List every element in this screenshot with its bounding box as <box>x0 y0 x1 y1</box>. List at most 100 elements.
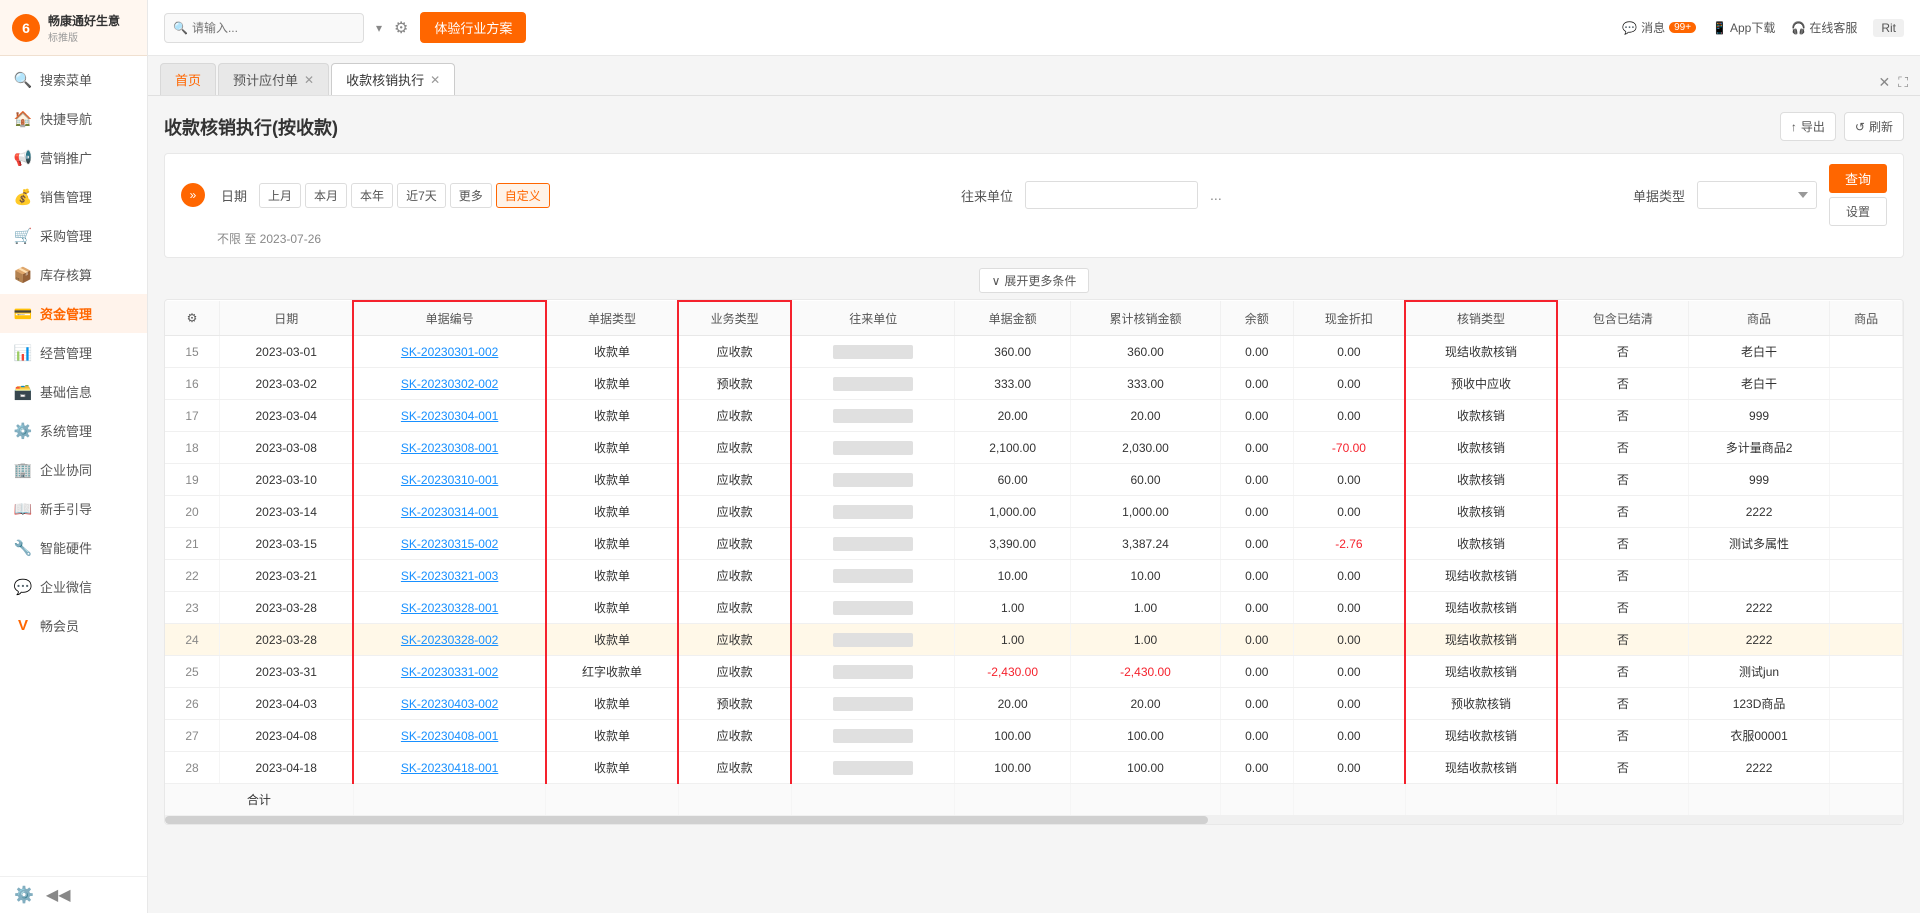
sidebar-item-finance[interactable]: 💳 资金管理 <box>0 294 147 333</box>
record-link[interactable]: SK-20230315-002 <box>401 537 498 551</box>
marketing-icon: 📢 <box>14 149 32 167</box>
sidebar-item-hardware[interactable]: 🔧 智能硬件 <box>0 528 147 567</box>
record-link[interactable]: SK-20230328-002 <box>401 633 498 647</box>
tab-close-all-icon[interactable]: ✕ <box>1878 74 1890 91</box>
tab-prepay-close[interactable]: ✕ <box>304 73 314 87</box>
cell-goods2 <box>1830 400 1903 432</box>
counterparty-ellipsis-icon[interactable]: ... <box>1210 187 1222 203</box>
date-this-month-btn[interactable]: 本月 <box>305 183 347 208</box>
collapse-icon[interactable]: ◀◀ <box>46 885 71 905</box>
cell-discount: 0.00 <box>1293 752 1405 784</box>
logo-icon: 6 <box>12 14 40 42</box>
tab-home[interactable]: 首页 <box>160 63 216 95</box>
record-link[interactable]: SK-20230301-002 <box>401 345 498 359</box>
col-included: 包含已结清 <box>1557 301 1688 336</box>
col-partner: 往来单位 <box>791 301 955 336</box>
topbar-gear-icon[interactable]: ⚙ <box>394 18 408 38</box>
record-link[interactable]: SK-20230418-001 <box>401 761 498 775</box>
footer-label: 合计 <box>165 784 353 816</box>
table-row: 28 2023-04-18 SK-20230418-001 收款单 应收款 10… <box>165 752 1903 784</box>
sidebar-item-operation[interactable]: 📊 经营管理 <box>0 333 147 372</box>
tab-expand-icon[interactable]: ⛶ <box>1898 74 1908 91</box>
sidebar-item-member[interactable]: V 畅会员 <box>0 606 147 645</box>
sidebar-item-base[interactable]: 🗃️ 基础信息 <box>0 372 147 411</box>
cell-included: 否 <box>1557 432 1688 464</box>
tab-prepay[interactable]: 预计应付单 ✕ <box>218 63 329 95</box>
table-scrollbar[interactable] <box>165 816 1903 824</box>
cell-goods2 <box>1830 336 1903 368</box>
record-link[interactable]: SK-20230302-002 <box>401 377 498 391</box>
filter-collapse-button[interactable]: » <box>181 183 205 207</box>
cell-partner <box>791 464 955 496</box>
cell-amount: -2,430.00 <box>955 656 1071 688</box>
cell-included: 否 <box>1557 496 1688 528</box>
record-link[interactable]: SK-20230314-001 <box>401 505 498 519</box>
cell-amount: 20.00 <box>955 400 1071 432</box>
record-link[interactable]: SK-20230310-001 <box>401 473 498 487</box>
sidebar-item-quick[interactable]: 🏠 快捷导航 <box>0 99 147 138</box>
query-button[interactable]: 查询 <box>1829 164 1887 193</box>
cell-balance: 0.00 <box>1221 720 1294 752</box>
sidebar-item-wechat[interactable]: 💬 企业微信 <box>0 567 147 606</box>
cell-included: 否 <box>1557 336 1688 368</box>
topbar-chevron-icon[interactable]: ▾ <box>376 21 382 35</box>
date-label: 日期 <box>221 186 247 205</box>
record-link[interactable]: SK-20230304-001 <box>401 409 498 423</box>
date-this-year-btn[interactable]: 本年 <box>351 183 393 208</box>
main-table: ⚙ 日期 单据编号 单据类型 业务类型 往来单位 单据金额 累计核销金额 余额 … <box>165 300 1903 816</box>
tab-collection[interactable]: 收款核销执行 ✕ <box>331 63 455 95</box>
record-link[interactable]: SK-20230308-001 <box>401 441 498 455</box>
sidebar-item-search[interactable]: 🔍 搜索菜单 <box>0 60 147 99</box>
topbar-service[interactable]: 🎧 在线客服 <box>1791 19 1857 36</box>
cell-included: 否 <box>1557 624 1688 656</box>
cell-accum: 1,000.00 <box>1070 496 1220 528</box>
cell-accum: -2,430.00 <box>1070 656 1220 688</box>
sidebar-item-marketing[interactable]: 📢 营销推广 <box>0 138 147 177</box>
tab-collection-close[interactable]: ✕ <box>430 73 440 87</box>
record-link[interactable]: SK-20230408-001 <box>401 729 498 743</box>
cell-balance: 0.00 <box>1221 496 1294 528</box>
refresh-button[interactable]: ↺ 刷新 <box>1844 112 1904 141</box>
col-goods2: 商品 <box>1830 301 1903 336</box>
filter-date-range: 不限 至 2023-07-26 <box>181 230 1887 247</box>
date-last-month-btn[interactable]: 上月 <box>259 183 301 208</box>
topbar-user[interactable]: Rit <box>1873 19 1904 37</box>
sidebar-item-system[interactable]: ⚙️ 系统管理 <box>0 411 147 450</box>
cell-date: 2023-03-28 <box>220 624 354 656</box>
cell-verify-type: 收款核销 <box>1405 464 1557 496</box>
cell-amount: 100.00 <box>955 752 1071 784</box>
sidebar-item-sales[interactable]: 💰 销售管理 <box>0 177 147 216</box>
sidebar-item-enterprise[interactable]: 🏢 企业协同 <box>0 450 147 489</box>
settings-icon[interactable]: ⚙️ <box>14 885 34 905</box>
record-link[interactable]: SK-20230331-002 <box>401 665 498 679</box>
filter-date-buttons: 上月 本月 本年 近7天 更多 自定义 <box>259 183 550 208</box>
sidebar-item-newbie[interactable]: 📖 新手引导 <box>0 489 147 528</box>
topbar-app-download[interactable]: 📱 App下载 <box>1712 19 1775 36</box>
date-7days-btn[interactable]: 近7天 <box>397 183 446 208</box>
solution-button[interactable]: 体验行业方案 <box>420 12 526 43</box>
scrollbar-thumb[interactable] <box>165 816 1208 824</box>
counterparty-input[interactable] <box>1025 181 1198 209</box>
record-link[interactable]: SK-20230321-003 <box>401 569 498 583</box>
col-settings[interactable]: ⚙ <box>165 301 220 336</box>
date-more-btn[interactable]: 更多 <box>450 183 492 208</box>
export-button[interactable]: ↑ 导出 <box>1780 112 1836 141</box>
expand-conditions-button[interactable]: ∨ 展开更多条件 <box>979 268 1090 293</box>
record-link[interactable]: SK-20230328-001 <box>401 601 498 615</box>
cell-goods1: 2222 <box>1688 496 1829 528</box>
topbar-message[interactable]: 💬 消息 99+ <box>1622 19 1696 36</box>
search-input[interactable] <box>192 21 332 35</box>
setting-button[interactable]: 设置 <box>1829 197 1887 226</box>
topbar: 🔍 ▾ ⚙ 体验行业方案 💬 消息 99+ 📱 App下载 🎧 在线客服 Rit <box>148 0 1920 56</box>
cell-date: 2023-03-28 <box>220 592 354 624</box>
cell-discount: 0.00 <box>1293 592 1405 624</box>
cell-num: 21 <box>165 528 220 560</box>
sidebar-item-inventory[interactable]: 📦 库存核算 <box>0 255 147 294</box>
cell-id: SK-20230310-001 <box>353 464 546 496</box>
date-custom-btn[interactable]: 自定义 <box>496 183 550 208</box>
voucher-type-select[interactable] <box>1697 181 1817 209</box>
topbar-search-box[interactable]: 🔍 <box>164 13 364 43</box>
sidebar-item-purchase[interactable]: 🛒 采购管理 <box>0 216 147 255</box>
finance-icon: 💳 <box>14 305 32 323</box>
record-link[interactable]: SK-20230403-002 <box>401 697 498 711</box>
